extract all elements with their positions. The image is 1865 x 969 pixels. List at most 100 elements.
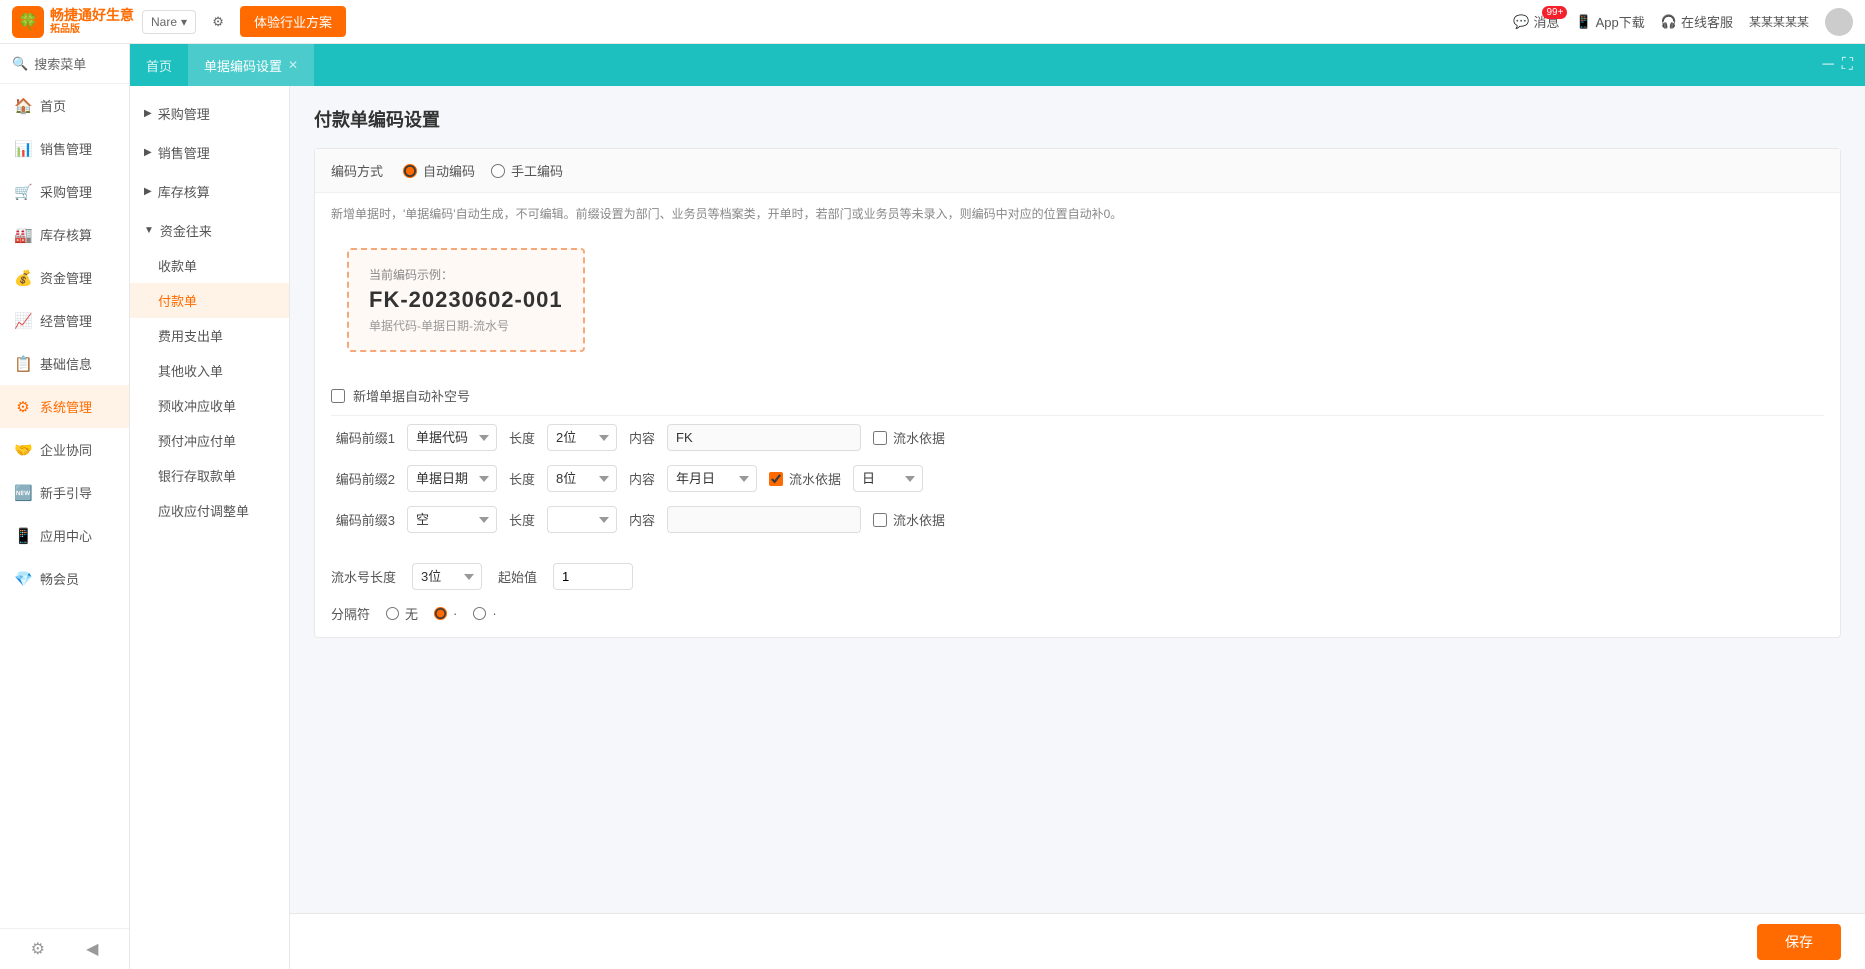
sep-dot-option[interactable]: · xyxy=(434,606,457,621)
sep-none-option[interactable]: 无 xyxy=(386,604,418,623)
submenu-group-finance-title[interactable]: ▼ 资金往来 xyxy=(130,213,289,248)
length-1-select[interactable]: 2位 xyxy=(547,424,617,451)
sep-dot-radio[interactable] xyxy=(434,607,447,620)
stream-1-check[interactable] xyxy=(873,431,887,445)
tab-bar-actions: ─ ⛶ xyxy=(1822,56,1853,74)
stream-2-check[interactable] xyxy=(769,472,783,486)
start-value-label: 起始值 xyxy=(498,567,537,586)
prefix-1-select[interactable]: 单据代码 xyxy=(407,424,497,451)
app-download-button[interactable]: 📱 App下载 xyxy=(1575,12,1644,31)
length-2-select[interactable]: 8位 xyxy=(547,465,617,492)
basic-icon: 📋 xyxy=(14,355,32,373)
sidebar-item-sales[interactable]: 📊 销售管理 xyxy=(0,127,129,170)
tab-encode-settings[interactable]: 单据编码设置 ✕ xyxy=(188,44,314,86)
search-menu[interactable]: 🔍 搜索菜单 xyxy=(0,44,129,84)
sidebar-item-home[interactable]: 🏠 首页 xyxy=(0,84,129,127)
system-icon: ⚙ xyxy=(14,398,32,416)
preview-code: FK-20230602-001 xyxy=(369,287,563,313)
stream-3-checkbox[interactable]: 流水依据 xyxy=(873,510,945,529)
tab-home[interactable]: 首页 xyxy=(130,44,188,86)
preview-desc: 单据代码-单据日期-流水号 xyxy=(369,317,563,334)
online-service-button[interactable]: 🎧 在线客服 xyxy=(1661,12,1733,31)
sidebar-item-label: 采购管理 xyxy=(40,182,92,201)
info-text: 新增单据时，'单据编码'自动生成，不可编辑。前缀设置为部门、业务员等档案类，开单… xyxy=(315,193,1840,236)
length-3-select[interactable] xyxy=(547,506,617,533)
sidebar-item-system[interactable]: ⚙ 系统管理 xyxy=(0,385,129,428)
auto-encode-label: 自动编码 xyxy=(423,161,475,180)
prefix-1-label: 编码前缀1 xyxy=(331,428,395,447)
submenu-item-bank[interactable]: 银行存取款单 xyxy=(130,458,289,493)
sidebar-item-label: 销售管理 xyxy=(40,139,92,158)
stream-1-checkbox[interactable]: 流水依据 xyxy=(873,428,945,447)
page-title: 付款单编码设置 xyxy=(314,106,1841,132)
sep-dot2-radio[interactable] xyxy=(473,607,486,620)
sidebar-settings-icon[interactable]: ⚙ xyxy=(31,939,45,959)
sidebar-item-member[interactable]: 💎 畅会员 xyxy=(0,557,129,600)
chevron-right-icon: ▶ xyxy=(144,147,152,158)
tab-maximize-icon[interactable]: ⛶ xyxy=(1842,56,1853,74)
submenu-item-label: 预收冲应收单 xyxy=(158,399,236,414)
sidebar-item-operations[interactable]: 📈 经营管理 xyxy=(0,299,129,342)
submenu-item-expense[interactable]: 费用支出单 xyxy=(130,318,289,353)
sidebar-item-guide[interactable]: 🆕 新手引导 xyxy=(0,471,129,514)
day-select[interactable]: 日 xyxy=(853,465,923,492)
chevron-right-icon: ▶ xyxy=(144,186,152,197)
sidebar-item-assets[interactable]: 💰 资金管理 xyxy=(0,256,129,299)
sidebar-item-purchase[interactable]: 🛒 采购管理 xyxy=(0,170,129,213)
main-panel: 付款单编码设置 编码方式 自动编码 xyxy=(290,86,1865,913)
content-2-select[interactable]: 年月日 xyxy=(667,465,757,492)
sidebar-item-inventory[interactable]: 🏭 库存核算 xyxy=(0,213,129,256)
sidebar-item-basic[interactable]: 📋 基础信息 xyxy=(0,342,129,385)
submenu-item-prepay-recv[interactable]: 预收冲应收单 xyxy=(130,388,289,423)
sidebar-item-enterprise[interactable]: 🤝 企业协同 xyxy=(0,428,129,471)
submenu-group-purchase-title[interactable]: ▶ 采购管理 xyxy=(130,96,289,131)
submenu-group-sales: ▶ 销售管理 xyxy=(130,135,289,170)
length-3-label: 长度 xyxy=(509,510,535,529)
save-button[interactable]: 保存 xyxy=(1757,924,1841,960)
message-button[interactable]: 💬 消息 99+ xyxy=(1513,12,1559,31)
auto-fill-checkbox[interactable] xyxy=(331,389,345,403)
content-2-label: 内容 xyxy=(629,469,655,488)
nav-dropdown[interactable]: Nare ▾ xyxy=(142,10,196,34)
tab-close-icon[interactable]: ✕ xyxy=(288,58,298,72)
stream-1-label: 流水依据 xyxy=(893,428,945,447)
serial-length-label: 流水号长度 xyxy=(331,567,396,586)
sidebar-item-label: 库存核算 xyxy=(40,225,92,244)
trial-button[interactable]: 体验行业方案 xyxy=(240,6,346,37)
tab-minimize-icon[interactable]: ─ xyxy=(1822,56,1833,74)
prefix-2-select[interactable]: 单据日期 xyxy=(407,465,497,492)
sep-none-label: 无 xyxy=(405,604,418,623)
manual-encode-label: 手工编码 xyxy=(511,161,563,180)
app-download-label: App下载 xyxy=(1596,12,1645,31)
auto-encode-option[interactable]: 自动编码 xyxy=(403,161,475,180)
submenu-group-inventory-title[interactable]: ▶ 库存核算 xyxy=(130,174,289,209)
sep-dot2-option[interactable]: · xyxy=(473,606,496,621)
user-name[interactable]: 某某某某某 xyxy=(1749,13,1809,30)
submenu-item-receipt[interactable]: 收款单 xyxy=(130,248,289,283)
submenu-item-prepay-pay[interactable]: 预付冲应付单 xyxy=(130,423,289,458)
prefix-3-select[interactable]: 空 xyxy=(407,506,497,533)
length-2-label: 长度 xyxy=(509,469,535,488)
message-icon: 💬 xyxy=(1513,14,1529,30)
sidebar-bottom: ⚙ ◀ xyxy=(0,928,129,969)
auto-encode-radio[interactable] xyxy=(403,164,417,178)
stream-2-checkbox[interactable]: 流水依据 xyxy=(769,469,841,488)
start-value-input[interactable] xyxy=(553,563,633,590)
avatar xyxy=(1825,8,1853,36)
stream-3-check[interactable] xyxy=(873,513,887,527)
message-badge: 99+ xyxy=(1542,6,1567,19)
submenu-item-adjust[interactable]: 应收应付调整单 xyxy=(130,493,289,528)
submenu-item-payment[interactable]: 付款单 xyxy=(130,283,289,318)
submenu-item-income[interactable]: 其他收入单 xyxy=(130,353,289,388)
submenu-group-sales-title[interactable]: ▶ 销售管理 xyxy=(130,135,289,170)
submenu-item-label: 银行存取款单 xyxy=(158,469,236,484)
prefix-row-2: 编码前缀2 单据日期 长度 8位 内容 年月日 xyxy=(331,465,1824,492)
sep-none-radio[interactable] xyxy=(386,607,399,620)
sidebar-collapse-icon[interactable]: ◀ xyxy=(86,939,98,959)
manual-encode-option[interactable]: 手工编码 xyxy=(491,161,563,180)
sidebar-item-apps[interactable]: 📱 应用中心 xyxy=(0,514,129,557)
preview-area: 当前编码示例： FK-20230602-001 单据代码-单据日期-流水号 xyxy=(315,236,1840,376)
manual-encode-radio[interactable] xyxy=(491,164,505,178)
settings-icon[interactable]: ⚙ xyxy=(204,8,232,36)
serial-length-select[interactable]: 3位 xyxy=(412,563,482,590)
